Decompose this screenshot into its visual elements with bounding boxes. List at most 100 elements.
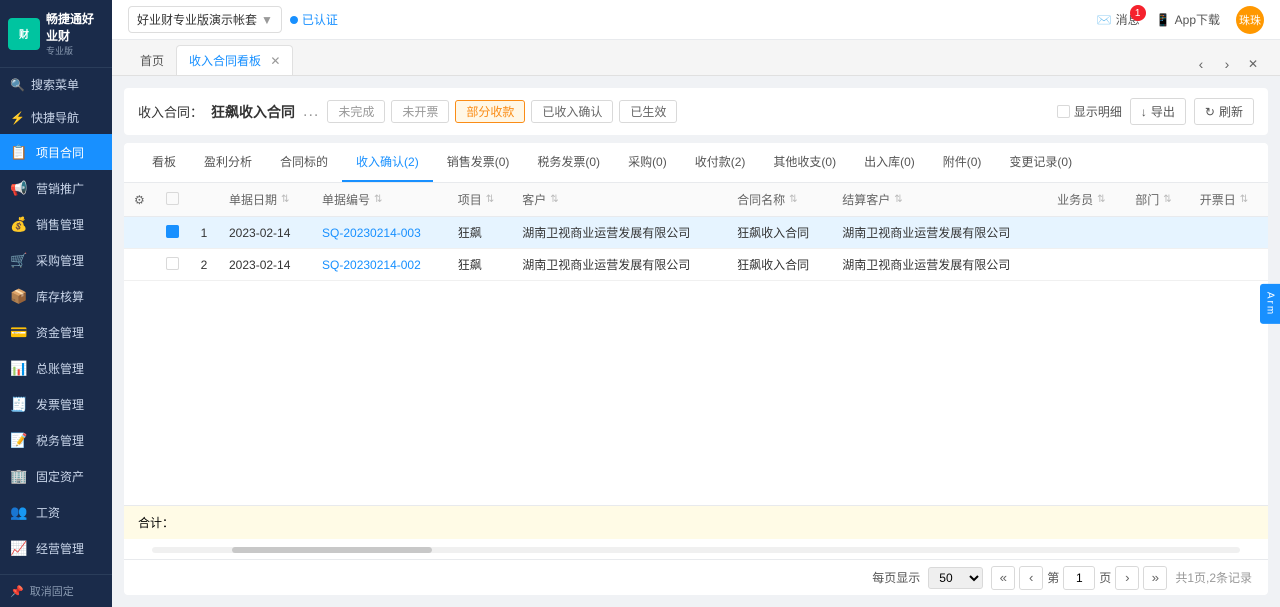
general-icon: 📊	[10, 359, 28, 377]
topbar-right: ✉️ 消息 1 📱 App下载 珠珠	[1097, 6, 1264, 34]
row1-code[interactable]: SQ-20230214-003	[312, 217, 448, 249]
row1-num: 1	[189, 217, 219, 249]
status-active[interactable]: 已生效	[619, 100, 677, 123]
sidebar-item-hr[interactable]: 👥 工资	[0, 494, 112, 530]
th-settle-cust[interactable]: 结算客户 ⇅	[832, 183, 1047, 217]
sidebar-item-asset[interactable]: 🏢 固定资产	[0, 458, 112, 494]
row2-check[interactable]	[156, 249, 189, 281]
status-confirmed[interactable]: 已收入确认	[531, 100, 613, 123]
row1-date: 2023-02-14	[219, 217, 312, 249]
th-code[interactable]: 单据编号 ⇅	[312, 183, 448, 217]
user-avatar[interactable]: 珠珠	[1236, 6, 1264, 34]
sum-label: 合计：	[138, 514, 174, 531]
quick-nav-item[interactable]: ⚡ 快捷导航	[0, 101, 112, 134]
table-row[interactable]: 2 2023-02-14 SQ-20230214-002 狂飙 湖南卫视商业运营…	[124, 249, 1268, 281]
scroll-thumb[interactable]	[232, 547, 432, 553]
tab-menu-close[interactable]: ✕	[1242, 53, 1264, 75]
sidebar-item-inventory-label: 库存核算	[36, 288, 84, 305]
float-btn-label[interactable]: Arm	[1260, 283, 1280, 323]
tab-board[interactable]: 看板	[138, 143, 190, 182]
sub-content: 看板 盈利分析 合同标的 收入确认(2) 销售发票(0) 税务发票(0) 采购(…	[124, 143, 1268, 595]
row1-check[interactable]	[156, 217, 189, 249]
table-row[interactable]: 1 2023-02-14 SQ-20230214-003 狂飙 湖南卫视商业运营…	[124, 217, 1268, 249]
sidebar-item-asset-label: 固定资产	[36, 468, 84, 485]
status-uncomplete[interactable]: 未完成	[327, 100, 385, 123]
cert-dot	[290, 16, 298, 24]
scroll-track[interactable]	[152, 547, 1240, 553]
sidebar-item-report[interactable]: 🔔 小畅报告	[0, 566, 112, 574]
export-button[interactable]: ↓ 导出	[1130, 98, 1186, 125]
sidebar-item-project[interactable]: 📋 项目合同	[0, 134, 112, 170]
tab-sales-inv[interactable]: 销售发票(0)	[433, 143, 524, 182]
show-detail-checkbox[interactable]: 显示明细	[1057, 103, 1122, 120]
company-selector[interactable]: 好业财专业版演示帐套 ▼	[128, 6, 282, 33]
status-partial[interactable]: 部分收款	[455, 100, 525, 123]
row2-checkbox[interactable]	[166, 257, 179, 270]
th-date[interactable]: 单据日期 ⇅	[219, 183, 312, 217]
scroll-bar-area[interactable]	[124, 539, 1268, 559]
th-settings[interactable]: ⚙	[124, 183, 156, 217]
th-dept[interactable]: 部门 ⇅	[1125, 183, 1189, 217]
sidebar-item-general[interactable]: 📊 总账管理	[0, 350, 112, 386]
tab-warehouse[interactable]: 出入库(0)	[850, 143, 929, 182]
sidebar-item-sales[interactable]: 💰 销售管理	[0, 206, 112, 242]
th-customer[interactable]: 客户 ⇅	[512, 183, 727, 217]
tab-standard[interactable]: 合同标的	[266, 143, 342, 182]
tab-receipt[interactable]: 收付款(2)	[681, 143, 760, 182]
unpin-button[interactable]: 📌 取消固定	[0, 574, 112, 607]
th-project[interactable]: 项目 ⇅	[448, 183, 512, 217]
tab-tax-inv[interactable]: 税务发票(0)	[523, 143, 614, 182]
home-tab[interactable]: 首页	[128, 46, 176, 75]
tab-attach[interactable]: 附件(0)	[929, 143, 996, 182]
search-menu-item[interactable]: 🔍 搜索菜单	[0, 68, 112, 101]
row1-code-link[interactable]: SQ-20230214-003	[322, 226, 421, 240]
right-float-btn[interactable]: Arm	[1260, 283, 1280, 323]
th-salesman[interactable]: 业务员 ⇅	[1047, 183, 1125, 217]
page-input[interactable]	[1063, 566, 1095, 590]
th-open-date[interactable]: 开票日 ⇅	[1190, 183, 1268, 217]
sidebar: 财 畅捷通好业财 专业版 🔍 搜索菜单 ⚡ 快捷导航 📋 项目合同 📢 营销推广…	[0, 0, 112, 607]
sidebar-item-ops[interactable]: 📈 经营管理	[0, 530, 112, 566]
message-button[interactable]: ✉️ 消息 1	[1097, 11, 1140, 28]
sidebar-item-purchase[interactable]: 🛒 采购管理	[0, 242, 112, 278]
page-next-btn[interactable]: ›	[1115, 566, 1139, 590]
th-contract[interactable]: 合同名称 ⇅	[727, 183, 832, 217]
row2-salesman	[1047, 249, 1125, 281]
tab-nav-arrows: ‹ › ✕	[1190, 53, 1264, 75]
row2-open-date	[1190, 249, 1268, 281]
app-download-button[interactable]: 📱 App下载	[1156, 11, 1220, 28]
cert-label: 已认证	[302, 11, 338, 28]
row2-settle-cust: 湖南卫视商业运营发展有限公司	[832, 249, 1047, 281]
active-tab[interactable]: 收入合同看板 ✕	[176, 45, 293, 75]
tab-close-icon[interactable]: ✕	[270, 54, 280, 68]
th-checkbox[interactable]	[156, 183, 189, 217]
page-last-btn[interactable]: »	[1143, 566, 1167, 590]
page-first-btn[interactable]: «	[991, 566, 1015, 590]
tab-confirm[interactable]: 收入确认(2)	[342, 143, 433, 182]
show-detail-check[interactable]	[1057, 105, 1070, 118]
hr-icon: 👥	[10, 503, 28, 521]
status-uninvoiced[interactable]: 未开票	[391, 100, 449, 123]
sidebar-item-inventory[interactable]: 📦 库存核算	[0, 278, 112, 314]
tab-purchase[interactable]: 采购(0)	[614, 143, 681, 182]
table-area: ⚙ 单据日期 ⇅	[124, 183, 1268, 595]
row1-checkbox[interactable]	[166, 225, 179, 238]
row2-code[interactable]: SQ-20230214-002	[312, 249, 448, 281]
sidebar-item-tax[interactable]: 📝 税务管理	[0, 422, 112, 458]
sidebar-item-marketing[interactable]: 📢 营销推广	[0, 170, 112, 206]
page-size-select[interactable]: 20 50 100	[928, 567, 983, 589]
page-prev-btn[interactable]: ‹	[1019, 566, 1043, 590]
row2-code-link[interactable]: SQ-20230214-002	[322, 258, 421, 272]
sidebar-item-fund[interactable]: 💳 资金管理	[0, 314, 112, 350]
fund-icon: 💳	[10, 323, 28, 341]
tab-profit[interactable]: 盈利分析	[190, 143, 266, 182]
topbar: 好业财专业版演示帐套 ▼ 已认证 ✉️ 消息 1 📱 App下载 珠珠	[112, 0, 1280, 40]
tab-next-arrow[interactable]: ›	[1216, 53, 1238, 75]
refresh-button[interactable]: ↻ 刷新	[1194, 98, 1254, 125]
tab-prev-arrow[interactable]: ‹	[1190, 53, 1212, 75]
tab-change[interactable]: 变更记录(0)	[995, 143, 1086, 182]
select-all-checkbox[interactable]	[166, 192, 179, 205]
sidebar-item-invoice[interactable]: 🧾 发票管理	[0, 386, 112, 422]
tab-other[interactable]: 其他收支(0)	[759, 143, 850, 182]
contract-more-btn[interactable]: ...	[303, 103, 319, 121]
